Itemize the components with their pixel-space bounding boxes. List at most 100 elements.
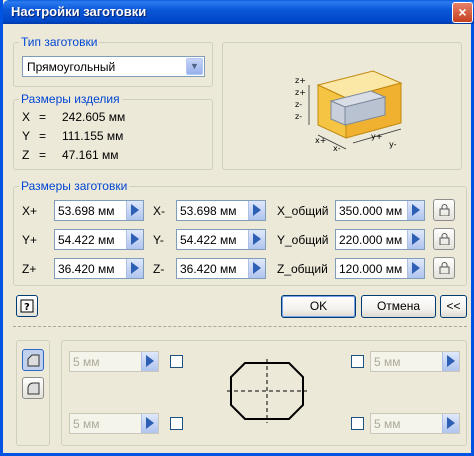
axis-label-y-minus: y- bbox=[389, 140, 397, 149]
y-minus-value: 54.422 мм bbox=[180, 233, 237, 247]
axis-label-x-plus: x+ bbox=[315, 136, 326, 145]
window-title: Настройки заготовки bbox=[11, 4, 147, 19]
x-minus-label: X- bbox=[153, 204, 165, 218]
arrow-right-icon[interactable] bbox=[141, 352, 158, 371]
axis-label-z: z+ bbox=[295, 88, 306, 97]
x-minus-value: 53.698 мм bbox=[180, 204, 237, 218]
ok-button[interactable]: OK bbox=[281, 295, 356, 318]
part-size-z-eq: = bbox=[39, 148, 47, 162]
blank-type-select[interactable]: Прямоугольный ▼ bbox=[22, 56, 205, 77]
axis-label-z-plus: z+ bbox=[295, 76, 306, 85]
corner-top-right-value: 5 мм bbox=[374, 355, 401, 369]
part-size-x-value: 242.605 мм bbox=[62, 110, 126, 124]
close-button[interactable]: × bbox=[452, 2, 473, 23]
corner-bottom-right-checkbox[interactable] bbox=[351, 417, 364, 430]
axis-label-z-minus-1: z- bbox=[295, 100, 302, 109]
corner-shape-preview bbox=[227, 359, 307, 423]
separator bbox=[13, 326, 467, 328]
arrow-right-icon[interactable] bbox=[248, 230, 265, 249]
blank-3d-illustration: z+ z+ z- z- x+ x- y+ y- bbox=[295, 70, 403, 153]
arrow-right-icon[interactable] bbox=[407, 259, 424, 278]
arrow-right-icon[interactable] bbox=[126, 201, 143, 220]
z-total-field[interactable]: 120.000 мм bbox=[335, 258, 425, 279]
y-minus-field[interactable]: 54.422 мм bbox=[176, 229, 266, 250]
blank-type-value: Прямоугольный bbox=[27, 60, 116, 74]
axis-label-z-minus-2: z- bbox=[295, 112, 302, 121]
arrow-right-icon[interactable] bbox=[126, 259, 143, 278]
y-total-label: Y_общий bbox=[277, 233, 329, 247]
fillet-mode-button[interactable] bbox=[22, 377, 44, 399]
lock-icon bbox=[439, 204, 450, 216]
z-minus-value: 36.420 мм bbox=[180, 262, 237, 276]
lock-x-button[interactable] bbox=[433, 199, 455, 221]
close-icon: × bbox=[458, 4, 467, 20]
corner-bottom-left-checkbox[interactable] bbox=[170, 417, 183, 430]
corner-bottom-right-value: 5 мм bbox=[374, 417, 401, 431]
corner-mode-group bbox=[16, 340, 50, 446]
x-minus-field[interactable]: 53.698 мм bbox=[176, 200, 266, 221]
corner-bottom-left-field[interactable]: 5 мм bbox=[69, 413, 159, 434]
arrow-right-icon[interactable] bbox=[141, 414, 158, 433]
cancel-button-label: Отмена bbox=[376, 299, 421, 313]
blank-type-group-title: Тип заготовки bbox=[19, 35, 100, 49]
lock-z-button[interactable] bbox=[433, 257, 455, 279]
collapse-button[interactable]: << bbox=[440, 295, 467, 318]
part-size-group-title: Размеры изделия bbox=[19, 92, 122, 106]
corner-top-left-checkbox[interactable] bbox=[170, 355, 183, 368]
z-minus-field[interactable]: 36.420 мм bbox=[176, 258, 266, 279]
x-total-label: X_общий bbox=[277, 204, 329, 218]
lock-icon bbox=[439, 233, 450, 245]
x-total-field[interactable]: 350.000 мм bbox=[335, 200, 425, 221]
help-button[interactable]: ? bbox=[16, 295, 38, 317]
part-size-y-label: Y bbox=[22, 129, 31, 143]
y-total-value: 220.000 мм bbox=[339, 233, 403, 247]
part-size-z-value: 47.161 мм bbox=[62, 148, 119, 162]
x-total-value: 350.000 мм bbox=[339, 204, 403, 218]
dialog-window: Настройки заготовки × Тип заготовки Прям… bbox=[0, 0, 474, 456]
title-bar[interactable]: Настройки заготовки × bbox=[3, 0, 474, 24]
part-size-x-eq: = bbox=[39, 110, 47, 124]
lock-icon bbox=[439, 262, 450, 274]
corner-top-left-field[interactable]: 5 мм bbox=[69, 351, 159, 372]
arrow-right-icon[interactable] bbox=[407, 230, 424, 249]
z-minus-label: Z- bbox=[153, 262, 165, 276]
arrow-right-icon[interactable] bbox=[407, 201, 424, 220]
corner-top-right-field[interactable]: 5 мм bbox=[370, 351, 460, 372]
x-plus-label: X+ bbox=[22, 204, 38, 218]
part-size-group: Размеры изделия X = 242.605 мм Y = 111.1… bbox=[13, 92, 213, 170]
blank-type-group: Тип заготовки Прямоугольный ▼ bbox=[13, 35, 213, 87]
collapse-button-label: << bbox=[446, 299, 461, 313]
blank-size-group: Размеры заготовки X+ 53.698 мм X- 53.698… bbox=[13, 179, 467, 286]
chevron-down-icon[interactable]: ▼ bbox=[186, 58, 203, 75]
arrow-right-icon[interactable] bbox=[248, 201, 265, 220]
chamfer-icon bbox=[27, 354, 40, 367]
y-minus-label: Y- bbox=[153, 233, 164, 247]
y-plus-label: Y+ bbox=[22, 233, 38, 247]
z-total-value: 120.000 мм bbox=[339, 262, 403, 276]
y-plus-value: 54.422 мм bbox=[58, 233, 115, 247]
y-plus-field[interactable]: 54.422 мм bbox=[54, 229, 144, 250]
corner-bottom-right-field[interactable]: 5 мм bbox=[370, 413, 460, 434]
corner-top-left-value: 5 мм bbox=[73, 355, 100, 369]
y-total-field[interactable]: 220.000 мм bbox=[335, 229, 425, 250]
help-icon: ? bbox=[20, 299, 34, 313]
arrow-right-icon[interactable] bbox=[248, 259, 265, 278]
fillet-icon bbox=[27, 382, 40, 395]
part-size-x-label: X bbox=[22, 110, 31, 124]
axis-label-x-minus: x- bbox=[333, 144, 341, 153]
z-plus-label: Z+ bbox=[22, 262, 37, 276]
corner-bottom-left-value: 5 мм bbox=[73, 417, 100, 431]
svg-text:?: ? bbox=[24, 302, 30, 313]
z-plus-field[interactable]: 36.420 мм bbox=[54, 258, 144, 279]
corner-settings-group: 5 мм 5 мм 5 мм 5 мм bbox=[61, 340, 467, 446]
lock-y-button[interactable] bbox=[433, 228, 455, 250]
arrow-right-icon[interactable] bbox=[442, 414, 459, 433]
arrow-right-icon[interactable] bbox=[442, 352, 459, 371]
arrow-right-icon[interactable] bbox=[126, 230, 143, 249]
chamfer-mode-button[interactable] bbox=[22, 349, 44, 371]
axis-label-y-plus: y+ bbox=[371, 132, 382, 141]
ok-button-label: OK bbox=[309, 299, 328, 313]
corner-top-right-checkbox[interactable] bbox=[351, 355, 364, 368]
x-plus-field[interactable]: 53.698 мм bbox=[54, 200, 144, 221]
cancel-button[interactable]: Отмена bbox=[361, 295, 436, 318]
